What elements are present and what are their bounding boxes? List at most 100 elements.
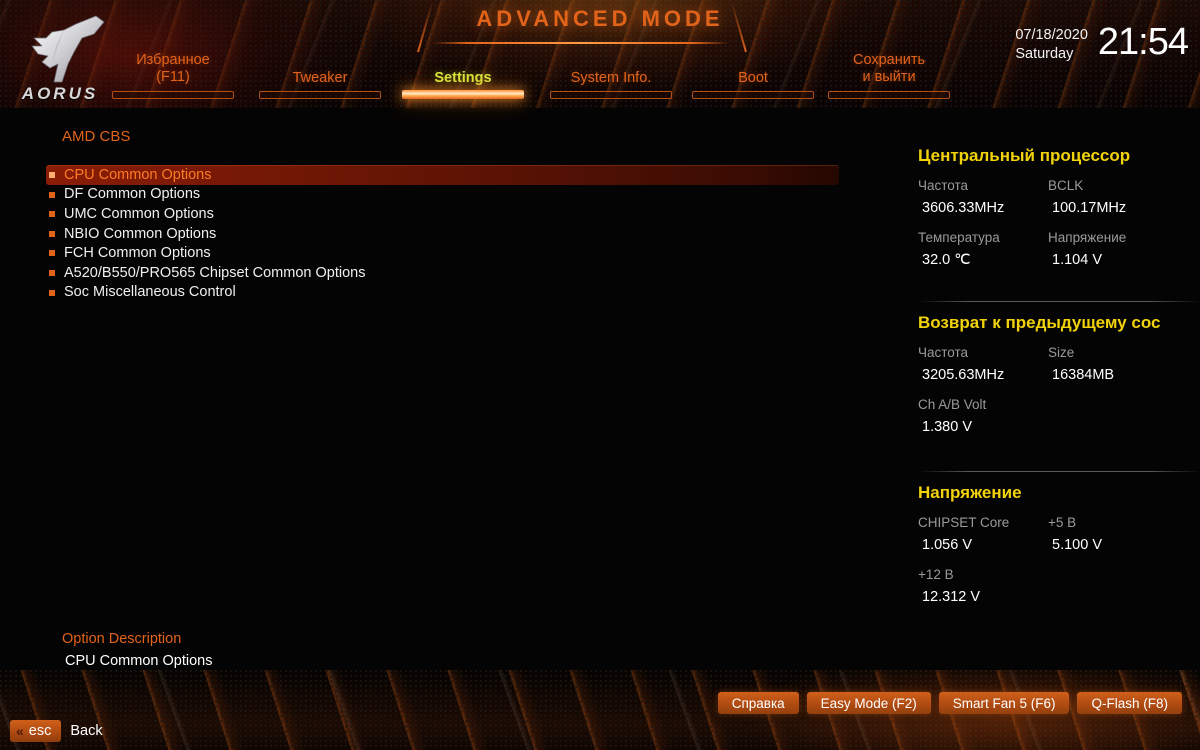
easy-mode-button[interactable]: Easy Mode (F2) [806, 692, 931, 714]
content-area: AMD CBS CPU Common Options DF Common Opt… [0, 108, 1200, 670]
voltage-chipset-core-label: CHIPSET Core [918, 515, 1010, 530]
menu-item-label: UMC Common Options [64, 205, 214, 222]
menu-item-label: NBIO Common Options [64, 225, 217, 242]
footer-button-group: Справка Easy Mode (F2) Smart Fan 5 (F6) … [717, 692, 1182, 714]
aorus-logo: AORUS [8, 12, 112, 104]
menu-item-umc-common-options[interactable]: UMC Common Options [46, 204, 846, 224]
back-label: Back [70, 723, 103, 739]
memory-frequency-value: 3205.63MHz [922, 367, 1005, 383]
cpu-temperature-label: Температура [918, 230, 1000, 245]
cpu-voltage-label: Напряжение [1048, 230, 1127, 245]
info-block-cpu: Центральный процессор Частота 3606.33MHz… [918, 146, 1200, 279]
voltage-plus5-label: +5 B [1048, 515, 1077, 530]
footer-bar: Справка Easy Mode (F2) Smart Fan 5 (F6) … [0, 670, 1200, 750]
memory-ch-volt-value: 1.380 V [922, 419, 972, 435]
bullet-icon [49, 172, 55, 178]
voltage-plus12-value: 12.312 V [922, 589, 981, 605]
menu-item-chipset-common-options[interactable]: A520/B550/PRO565 Chipset Common Options [46, 263, 846, 283]
memory-size: Size 16384MB [1048, 342, 1200, 386]
info-heading-cpu: Центральный процессор [918, 146, 1131, 165]
memory-kv-grid: Частота 3205.63MHz Size 16384MB Ch A/B V… [918, 342, 1200, 446]
tab-system-info-label: System Info. [570, 70, 652, 86]
info-heading-memory: Возврат к предыдущему сос [918, 313, 1161, 332]
bullet-icon [49, 211, 55, 218]
tab-system-info-underline [550, 91, 672, 99]
tab-settings-underline [402, 90, 524, 99]
bullet-icon [49, 191, 55, 198]
menu-item-label: Soc Miscellaneous Control [64, 284, 236, 301]
aorus-wordmark: AORUS [21, 84, 99, 103]
cpu-bclk: BCLK 100.17MHz [1048, 175, 1200, 219]
menu-item-label: A520/B550/PRO565 Chipset Common Options [64, 264, 366, 281]
menu-item-label: CPU Common Options [64, 166, 212, 183]
clock-day: Saturday [1015, 46, 1074, 62]
menu-item-cpu-common-options[interactable]: CPU Common Options [46, 165, 839, 185]
tab-save-and-exit-label: Сохранить и выйти [852, 52, 926, 85]
cpu-temperature-value: 32.0 ℃ [922, 252, 971, 268]
option-description-text: CPU Common Options [65, 653, 213, 669]
memory-size-label: Size [1048, 345, 1075, 360]
voltage-plus5: +5 B 5.100 V [1048, 512, 1200, 556]
tab-tweaker-label: Tweaker [292, 70, 348, 86]
cpu-frequency-value: 3606.33MHz [922, 200, 1005, 216]
tab-favorites-label: Избранное (F11) [136, 52, 210, 85]
tab-system-info[interactable]: System Info. [541, 48, 681, 102]
tab-settings-label: Settings [434, 70, 492, 86]
tab-settings[interactable]: Settings [402, 48, 524, 102]
info-block-memory: Возврат к предыдущему сос Частота 3205.6… [918, 313, 1200, 446]
tab-save-and-exit[interactable]: Сохранить и выйти [828, 48, 950, 102]
cpu-bclk-value: 100.17MHz [1052, 200, 1127, 216]
q-flash-button[interactable]: Q-Flash (F8) [1077, 692, 1182, 714]
help-button[interactable]: Справка [717, 692, 799, 714]
menu-item-soc-miscellaneous-control[interactable]: Soc Miscellaneous Control [46, 283, 846, 303]
voltage-kv-grid: CHIPSET Core 1.056 V +5 B 5.100 V +12 B … [918, 512, 1200, 616]
cpu-kv-grid: Частота 3606.33MHz BCLK 100.17MHz Темпер… [918, 175, 1200, 279]
clock-date: 07/18/2020 [1015, 27, 1088, 43]
page-title: AMD CBS [62, 128, 131, 145]
memory-frequency-label: Частота [918, 345, 969, 360]
menu-item-df-common-options[interactable]: DF Common Options [46, 185, 846, 205]
memory-ch-volt: Ch A/B Volt 1.380 V [918, 394, 1048, 438]
hardware-info-panel: Центральный процессор Частота 3606.33MHz… [900, 108, 1200, 670]
system-clock: 07/18/2020 Saturday 21:54 [1015, 22, 1189, 64]
aorus-eagle-icon [31, 15, 105, 83]
tab-boot[interactable]: Boot [692, 48, 814, 102]
voltage-empty-cell [1048, 564, 1200, 608]
memory-empty-cell [1048, 394, 1200, 438]
main-navigation: Избранное (F11) Tweaker Settings System … [112, 48, 950, 104]
menu-item-label: FCH Common Options [64, 245, 211, 262]
smart-fan-5-button[interactable]: Smart Fan 5 (F6) [938, 692, 1070, 714]
bios-advanced-mode-screen: ADVANCED MODE AORUS Избранное (F11) Twea… [0, 0, 1200, 750]
tab-tweaker-underline [259, 91, 381, 99]
divider-memory-voltage [918, 471, 1200, 472]
voltage-chipset-core: CHIPSET Core 1.056 V [918, 512, 1048, 556]
menu-item-label: DF Common Options [64, 186, 201, 203]
bullet-icon [49, 269, 55, 276]
option-description: Option Description CPU Common Options [62, 628, 212, 672]
memory-size-value: 16384MB [1052, 367, 1115, 383]
tab-save-and-exit-underline [828, 91, 950, 99]
cpu-voltage-value: 1.104 V [1052, 252, 1102, 268]
tab-boot-label: Boot [738, 70, 768, 86]
esc-key-button[interactable]: « esc [10, 720, 62, 742]
esc-key-label: esc [28, 723, 52, 739]
memory-frequency: Частота 3205.63MHz [918, 342, 1048, 386]
voltage-plus12-label: +12 B [918, 567, 954, 582]
esc-back-row: « esc Back [10, 720, 103, 742]
bullet-icon [49, 250, 55, 257]
bullet-icon [49, 230, 55, 237]
voltage-plus5-value: 5.100 V [1052, 537, 1102, 553]
tab-favorites[interactable]: Избранное (F11) [112, 48, 234, 102]
advanced-mode-banner: ADVANCED MODE [410, 0, 790, 44]
settings-menu-list: CPU Common Options DF Common Options UMC… [46, 165, 846, 302]
memory-ch-volt-label: Ch A/B Volt [918, 397, 987, 412]
menu-item-fch-common-options[interactable]: FCH Common Options [46, 243, 846, 263]
cpu-frequency: Частота 3606.33MHz [918, 175, 1048, 219]
chevron-left-icon: « [16, 723, 24, 739]
cpu-voltage: Напряжение 1.104 V [1048, 227, 1200, 271]
tab-favorites-underline [112, 91, 234, 99]
voltage-chipset-core-value: 1.056 V [922, 537, 972, 553]
option-description-title: Option Description [62, 631, 182, 647]
tab-tweaker[interactable]: Tweaker [259, 48, 381, 102]
menu-item-nbio-common-options[interactable]: NBIO Common Options [46, 224, 846, 244]
